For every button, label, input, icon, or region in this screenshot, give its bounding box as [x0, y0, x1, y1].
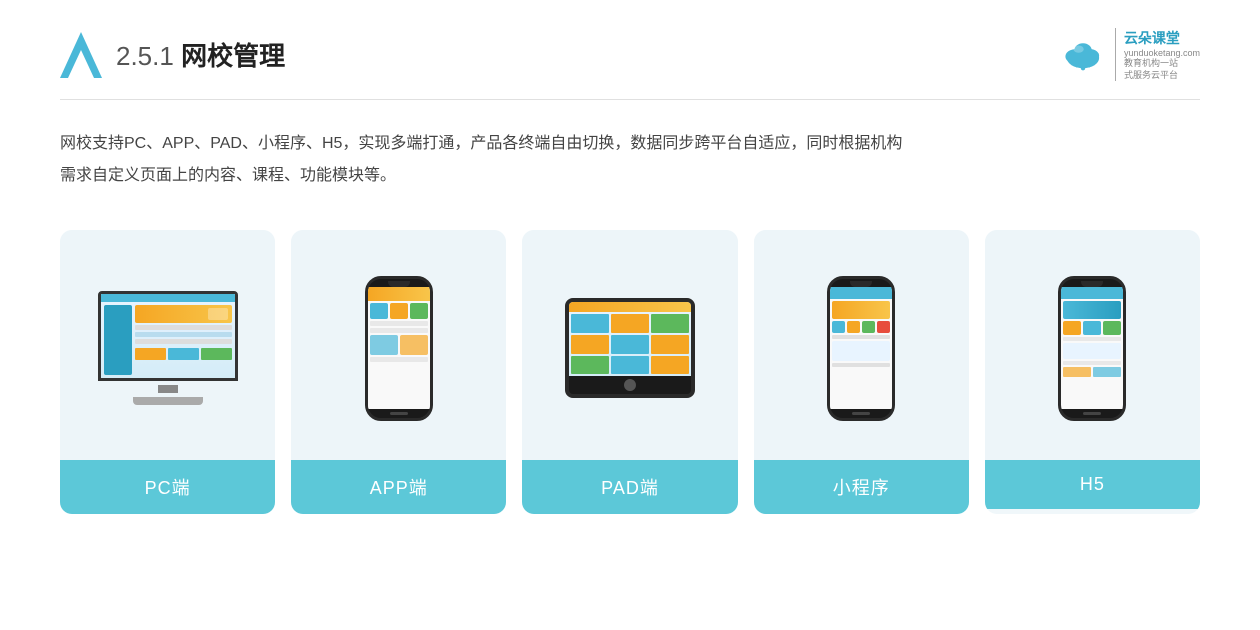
description-text: 网校支持PC、APP、PAD、小程序、H5，实现多端打通，产品各终端自由切换，数…: [60, 100, 1200, 210]
logo-triangle-icon: [60, 32, 102, 78]
card-app-label: APP端: [291, 460, 506, 514]
pc-screen: [98, 291, 238, 381]
page-title: 2.5.1 网校管理: [116, 36, 285, 73]
card-h5-image: [985, 230, 1200, 460]
tablet-mockup: [565, 298, 695, 398]
card-pc: PC端: [60, 230, 275, 514]
tablet-body: [565, 298, 695, 398]
card-pad-label: PAD端: [522, 460, 737, 514]
pc-mockup: [98, 291, 238, 405]
card-app: APP端: [291, 230, 506, 514]
page: 2.5.1 网校管理: [0, 0, 1260, 630]
card-miniprogram-image: [754, 230, 969, 460]
header: 2.5.1 网校管理: [60, 0, 1200, 99]
miniprogram-phone-mockup: [827, 276, 895, 421]
card-pad-image: [522, 230, 737, 460]
header-left: 2.5.1 网校管理: [60, 32, 285, 78]
card-miniprogram-label: 小程序: [754, 460, 969, 514]
h5-phone-mockup: [1058, 276, 1126, 421]
card-pc-image: [60, 230, 275, 460]
brand-text: 云朵课堂 yunduoketang.com 教育机构一站 式服务云平台: [1115, 28, 1200, 81]
app-phone-body: [365, 276, 433, 421]
yunduoke-logo-icon: [1061, 35, 1105, 75]
card-pad: PAD端: [522, 230, 737, 514]
app-phone-mockup: [365, 276, 433, 421]
card-miniprogram: 小程序: [754, 230, 969, 514]
miniprogram-phone-body: [827, 276, 895, 421]
card-pc-label: PC端: [60, 460, 275, 514]
platform-cards: PC端: [60, 230, 1200, 514]
card-app-image: [291, 230, 506, 460]
card-h5: H5: [985, 230, 1200, 514]
brand-logo-container: 云朵课堂 yunduoketang.com 教育机构一站 式服务云平台: [1061, 28, 1200, 81]
h5-phone-body: [1058, 276, 1126, 421]
card-h5-label: H5: [985, 460, 1200, 509]
